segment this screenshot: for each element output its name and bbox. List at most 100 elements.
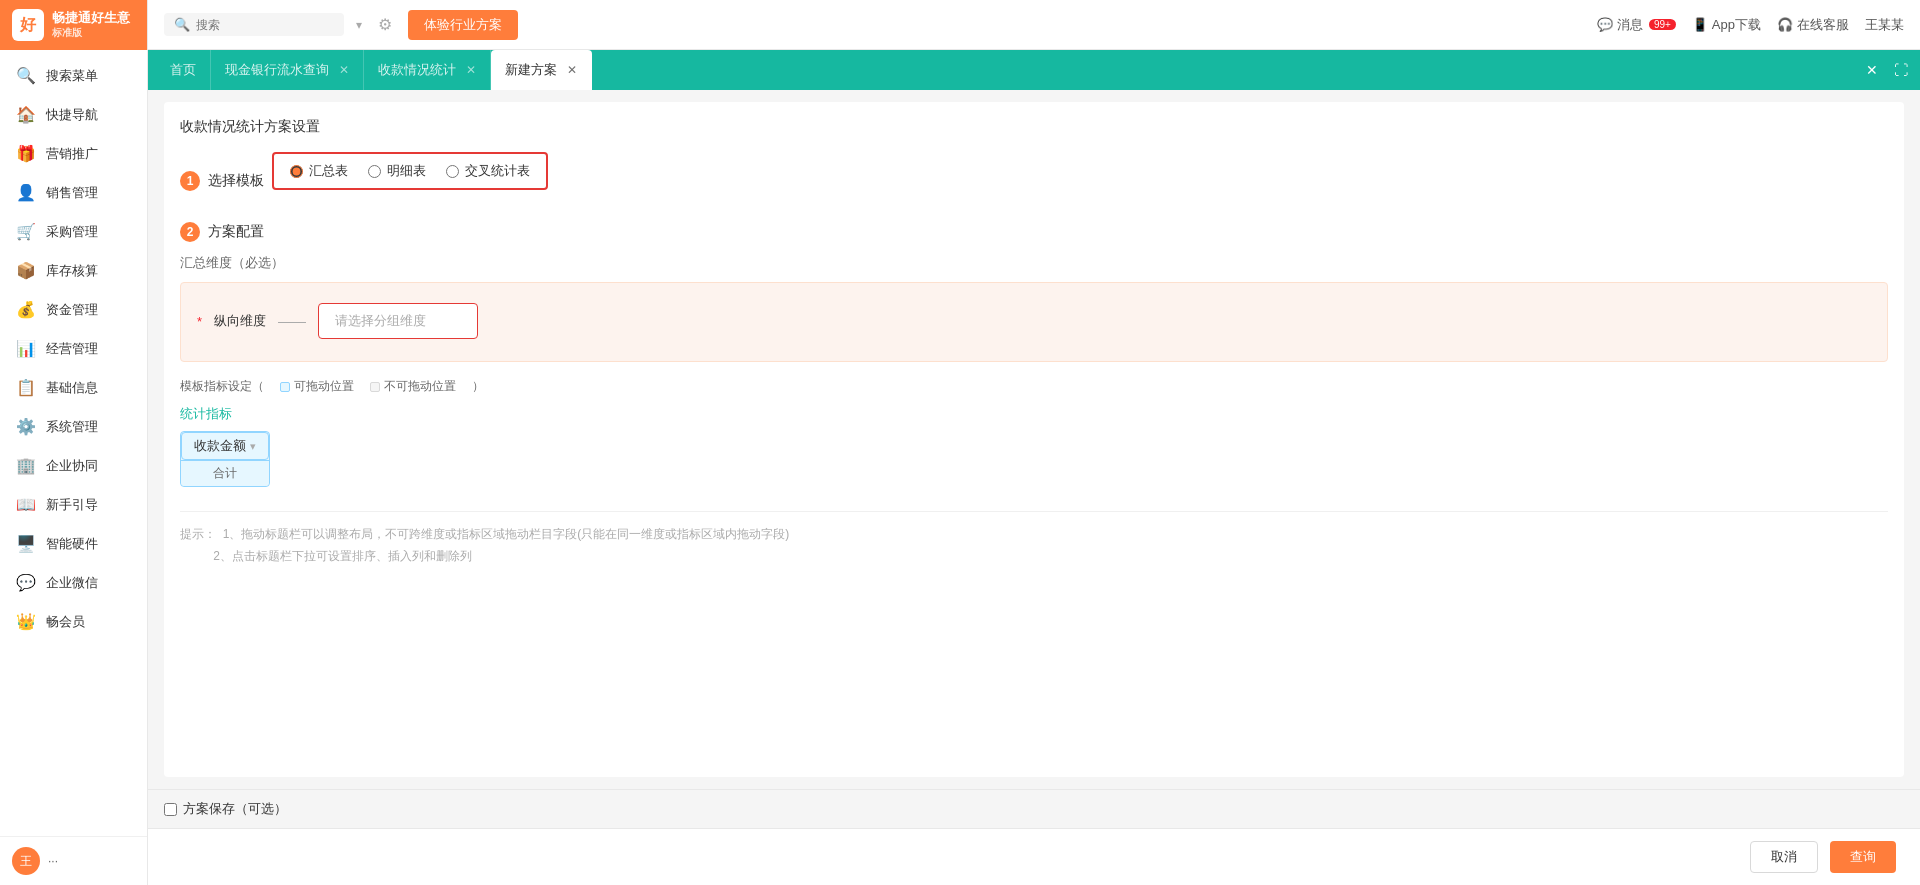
service-label: 在线客服 [1797, 16, 1849, 34]
sidebar-item-label: 资金管理 [46, 301, 98, 319]
logo-text: 畅捷通好生意 [52, 10, 130, 26]
radio-cross-input[interactable] [446, 165, 459, 178]
monitor-icon: 🖥️ [16, 534, 36, 553]
section2-number: 2 [180, 222, 200, 242]
notification-badge: 99+ [1649, 19, 1676, 30]
cart-icon: 🛒 [16, 222, 36, 241]
sidebar-item-label: 营销推广 [46, 145, 98, 163]
sidebar-item-label: 快捷导航 [46, 106, 98, 124]
crown-icon: 👑 [16, 612, 36, 631]
radio-summary-input[interactable] [290, 165, 303, 178]
notification-label: 消息 [1617, 16, 1643, 34]
sidebar-item-hardware[interactable]: 🖥️ 智能硬件 [0, 524, 147, 563]
app-download-button[interactable]: 📱 App下载 [1692, 16, 1761, 34]
sidebar-item-label: 采购管理 [46, 223, 98, 241]
building-icon: 🏢 [16, 456, 36, 475]
sidebar-item-label: 企业微信 [46, 574, 98, 592]
radio-cross[interactable]: 交叉统计表 [446, 162, 530, 180]
sidebar-nav: 🔍 搜索菜单 🏠 快捷导航 🎁 营销推广 👤 销售管理 🛒 采购管理 📦 库存核… [0, 50, 147, 836]
save-plan-checkbox-label[interactable]: 方案保存（可选） [164, 800, 287, 818]
service-icon: 🎧 [1777, 17, 1793, 32]
content-inner: 收款情况统计方案设置 1 选择模板 汇总表 明细表 交叉统计 [164, 102, 1904, 777]
sidebar-item-marketing[interactable]: 🎁 营销推广 [0, 134, 147, 173]
close-all-icon[interactable]: ✕ [1862, 60, 1882, 80]
dimension-area: * 纵向维度 —— 请选择分组维度 [180, 282, 1888, 362]
sidebar-item-search-menu[interactable]: 🔍 搜索菜单 [0, 56, 147, 95]
sidebar-item-enterprise[interactable]: 🏢 企业协同 [0, 446, 147, 485]
arrow-right-icon: —— [278, 313, 306, 329]
tab-cash-flow[interactable]: 现金银行流水查询 ✕ [211, 50, 364, 90]
sidebar-item-finance[interactable]: 💰 资金管理 [0, 290, 147, 329]
metrics-label: 模板指标设定（ [180, 378, 264, 395]
download-icon: 📱 [1692, 17, 1708, 32]
metrics-section: 模板指标设定（ 可拖动位置 不可拖动位置 ） 统计指标 [180, 378, 1888, 487]
search-input[interactable] [196, 18, 316, 32]
sidebar-item-wechat[interactable]: 💬 企业微信 [0, 563, 147, 602]
sidebar-item-label: 畅会员 [46, 613, 85, 631]
close-icon[interactable]: ✕ [567, 63, 577, 77]
user-icon: 👤 [16, 183, 36, 202]
industry-solution-button[interactable]: 体验行业方案 [408, 10, 518, 40]
money-icon: 💰 [16, 300, 36, 319]
metrics-suffix: ） [472, 378, 484, 395]
search-menu-icon: 🔍 [16, 66, 36, 85]
home-icon: 🏠 [16, 105, 36, 124]
tab-home-label: 首页 [170, 61, 196, 79]
radio-summary-label[interactable]: 汇总表 [309, 162, 348, 180]
dimension-row: * 纵向维度 —— 请选择分组维度 [197, 303, 1871, 339]
save-plan-checkbox[interactable] [164, 803, 177, 816]
template-selector: 汇总表 明细表 交叉统计表 [272, 152, 548, 190]
radio-detail[interactable]: 明细表 [368, 162, 426, 180]
close-icon[interactable]: ✕ [466, 63, 476, 77]
sidebar-item-system[interactable]: ⚙️ 系统管理 [0, 407, 147, 446]
legend-fixed-label: 不可拖动位置 [384, 378, 456, 395]
content-area: 收款情况统计方案设置 1 选择模板 汇总表 明细表 交叉统计 [148, 90, 1920, 828]
dimension-section-label: 汇总维度（必选） [180, 254, 1888, 272]
sidebar-item-member[interactable]: 👑 畅会员 [0, 602, 147, 641]
metric-subtag: 合计 [181, 460, 269, 486]
metrics-legend: 模板指标设定（ 可拖动位置 不可拖动位置 ） [180, 378, 1888, 395]
online-service-button[interactable]: 🎧 在线客服 [1777, 16, 1849, 34]
message-icon: 💬 [1597, 17, 1613, 32]
topbar: 🔍 ▾ ⚙ 体验行业方案 💬 消息 99+ 📱 App下载 🎧 在线客服 王某某 [148, 0, 1920, 50]
sidebar-item-inventory[interactable]: 📦 库存核算 [0, 251, 147, 290]
sidebar-item-basic-info[interactable]: 📋 基础信息 [0, 368, 147, 407]
chat-icon: 💬 [16, 573, 36, 592]
cancel-button[interactable]: 取消 [1750, 841, 1818, 873]
radio-detail-input[interactable] [368, 165, 381, 178]
dimension-select[interactable]: 请选择分组维度 [318, 303, 478, 339]
tabs-controls: ✕ ⛶ [1862, 60, 1912, 80]
sidebar-item-label: 新手引导 [46, 496, 98, 514]
fullscreen-icon[interactable]: ⛶ [1890, 60, 1912, 80]
tab-new-plan[interactable]: 新建方案 ✕ [491, 50, 592, 90]
tab-collection-stats[interactable]: 收款情况统计 ✕ [364, 50, 491, 90]
gift-icon: 🎁 [16, 144, 36, 163]
dimension-placeholder: 请选择分组维度 [335, 313, 426, 328]
tip2: 2、点击标题栏下拉可设置排序、插入列和删除列 [180, 546, 1888, 568]
radio-summary[interactable]: 汇总表 [290, 162, 348, 180]
sidebar-item-label: 搜索菜单 [46, 67, 98, 85]
sidebar-item-quick-nav[interactable]: 🏠 快捷导航 [0, 95, 147, 134]
section1-title: 选择模板 [208, 172, 264, 190]
radio-cross-label[interactable]: 交叉统计表 [465, 162, 530, 180]
topbar-search-box[interactable]: 🔍 [164, 13, 344, 36]
close-icon[interactable]: ✕ [339, 63, 349, 77]
metric-card-collection: 收款金额 ▾ 合计 [180, 431, 270, 487]
radio-detail-label[interactable]: 明细表 [387, 162, 426, 180]
metric-tag[interactable]: 收款金额 ▾ [181, 432, 269, 460]
dim-required-mark: * [197, 314, 202, 329]
query-button[interactable]: 查询 [1830, 841, 1896, 873]
tab-cash-flow-label: 现金银行流水查询 [225, 61, 329, 79]
notification-button[interactable]: 💬 消息 99+ [1597, 16, 1676, 34]
tab-bar: 首页 现金银行流水查询 ✕ 收款情况统计 ✕ 新建方案 ✕ ✕ ⛶ [148, 50, 1920, 90]
settings-icon[interactable]: ⚙ [374, 11, 396, 38]
metric-tag-label: 收款金额 [194, 437, 246, 455]
sidebar-item-label: 智能硬件 [46, 535, 98, 553]
sidebar-item-sales[interactable]: 👤 销售管理 [0, 173, 147, 212]
chevron-down-icon[interactable]: ▾ [356, 18, 362, 32]
sidebar-item-operation[interactable]: 📊 经营管理 [0, 329, 147, 368]
sidebar-item-purchase[interactable]: 🛒 采购管理 [0, 212, 147, 251]
tab-home[interactable]: 首页 [156, 50, 211, 90]
sidebar-item-guide[interactable]: 📖 新手引导 [0, 485, 147, 524]
stat-label: 统计指标 [180, 405, 1888, 423]
